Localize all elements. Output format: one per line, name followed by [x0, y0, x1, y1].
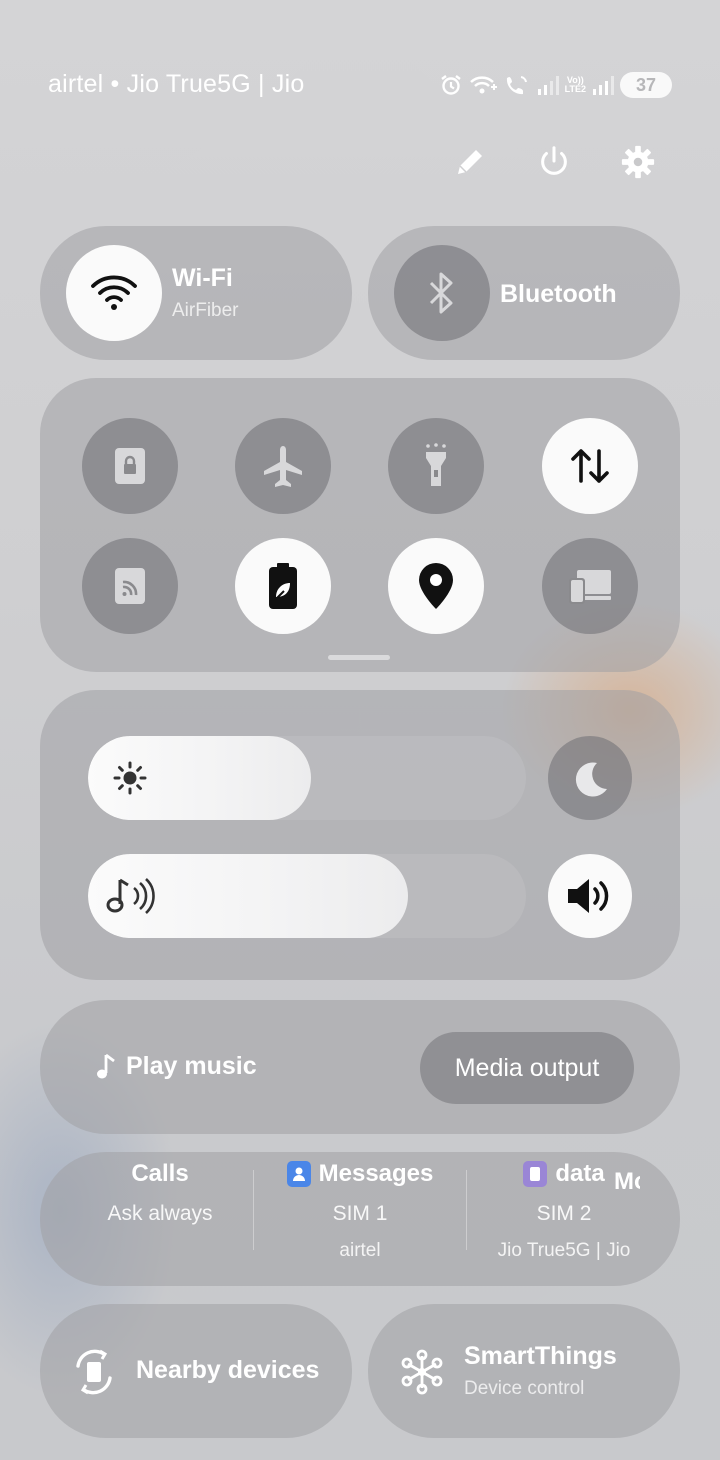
smartthings-tile[interactable]: SmartThings Device control	[368, 1304, 680, 1438]
signal-bars-2-icon	[593, 76, 614, 95]
power-saving-icon	[269, 563, 297, 609]
status-icons: Vo)) LTE2 37	[439, 72, 672, 98]
brightness-slider[interactable]	[88, 736, 526, 820]
sim-calls-title: Calls	[131, 1160, 189, 1187]
wifi-subtitle: AirFiber	[172, 300, 239, 321]
sim-divider	[466, 1170, 467, 1250]
sim1-badge-icon	[286, 1161, 311, 1187]
music-note-icon	[97, 1053, 115, 1078]
speaker-icon	[568, 879, 609, 913]
status-bar: airtel • Jio True5G | Jio Vo)) LTE2 37	[0, 60, 720, 110]
nfc-icon	[115, 568, 145, 604]
sim-data-title: data	[555, 1160, 605, 1187]
location-toggle[interactable]	[388, 538, 484, 634]
sim2-badge-icon	[523, 1161, 548, 1187]
nearby-devices-tile[interactable]: Nearby devices	[40, 1304, 352, 1438]
smartthings-title: SmartThings	[464, 1342, 617, 1370]
nearby-devices-icon	[76, 1349, 112, 1395]
play-music-label: Play music	[126, 1052, 257, 1080]
airplane-icon	[264, 446, 302, 487]
lock-screen-toggle[interactable]	[82, 418, 178, 514]
volte-line2: LTE2	[564, 84, 586, 94]
pencil-icon[interactable]	[452, 144, 488, 180]
flashlight-icon	[426, 443, 446, 486]
sim-messages-sub2: airtel	[339, 1240, 381, 1261]
sim-divider	[253, 1170, 254, 1250]
bluetooth-toggle[interactable]	[394, 245, 490, 341]
bluetooth-icon	[429, 272, 453, 314]
power-saving-toggle[interactable]	[235, 538, 331, 634]
night-mode-toggle[interactable]	[548, 736, 632, 820]
wifi-icon	[91, 275, 137, 310]
sim-messages[interactable]: Messages SIM 1 airtel	[270, 1160, 450, 1262]
location-icon	[419, 563, 453, 609]
wifi-calling-icon	[469, 76, 497, 94]
nearby-devices-title: Nearby devices	[136, 1356, 320, 1384]
sim-messages-sub: SIM 1	[332, 1202, 388, 1225]
alarm-icon	[440, 75, 461, 95]
top-actions	[452, 144, 656, 180]
battery-indicator: 37	[620, 72, 672, 98]
wifi-toggle[interactable]	[66, 245, 162, 341]
mobile-data-toggle[interactable]	[542, 418, 638, 514]
wifi-tile[interactable]: Wi-Fi AirFiber	[40, 226, 352, 360]
power-icon[interactable]	[536, 144, 572, 180]
gear-icon[interactable]	[620, 144, 656, 180]
volume-slider[interactable]	[88, 854, 526, 938]
sim-messages-title: Messages	[318, 1160, 434, 1187]
flashlight-toggle[interactable]	[388, 418, 484, 514]
airplane-toggle[interactable]	[235, 418, 331, 514]
sim-calls[interactable]: Calls Ask always	[80, 1160, 240, 1226]
device-link-toggle[interactable]	[542, 538, 638, 634]
signal-bars-1-icon	[537, 76, 559, 95]
volte-indicator: Vo)) LTE2	[565, 76, 586, 94]
call-signal-icon	[506, 76, 527, 95]
sound-mode-toggle[interactable]	[548, 854, 632, 938]
sun-icon	[113, 761, 147, 795]
panel-drag-handle[interactable]	[328, 655, 390, 660]
smartthings-subtitle: Device control	[464, 1378, 585, 1399]
sim-more-title[interactable]: Mo	[614, 1168, 640, 1196]
smartthings-icon	[401, 1349, 443, 1395]
bluetooth-tile[interactable]: Bluetooth	[368, 226, 680, 360]
media-output-button[interactable]: Media output	[420, 1032, 634, 1104]
device-link-icon	[569, 570, 611, 604]
sim-data-sub2: Jio True5G | Jio	[497, 1240, 631, 1261]
sim-calls-sub: Ask always	[107, 1202, 213, 1225]
mobile-data-icon	[571, 449, 609, 483]
lock-screen-icon	[115, 448, 145, 484]
bluetooth-title: Bluetooth	[500, 280, 617, 308]
wifi-title: Wi-Fi	[172, 264, 233, 292]
music-note-sound-icon	[106, 878, 155, 914]
nfc-toggle[interactable]	[82, 538, 178, 634]
sim-data-sub: SIM 2	[536, 1202, 592, 1225]
play-music-button[interactable]: Play music	[96, 1052, 257, 1081]
battery-level: 37	[635, 74, 657, 95]
moon-icon	[575, 762, 607, 797]
carrier-label: airtel • Jio True5G | Jio	[48, 70, 305, 98]
